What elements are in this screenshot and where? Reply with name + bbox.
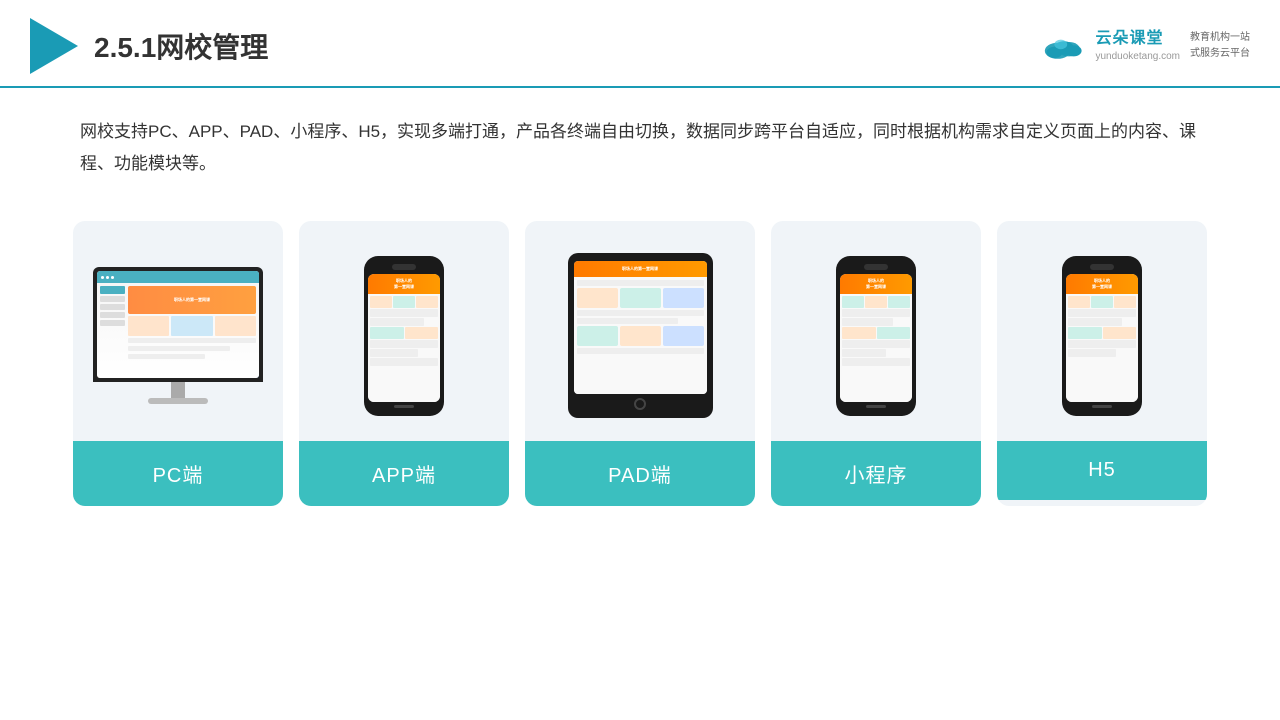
header-left: 2.5.1网校管理 [30, 18, 268, 74]
brand-name: 云朵课堂 [1095, 28, 1180, 50]
logo-triangle-icon [30, 18, 78, 74]
phone-device: 职场人的第一堂网课 [364, 256, 444, 416]
phone-notch [392, 264, 416, 270]
miniapp-phone-device: 职场人的第一堂网课 [836, 256, 916, 416]
phone-body: 职场人的第一堂网课 [364, 256, 444, 416]
brand-text: 云朵课堂 yunduoketang.com [1095, 28, 1180, 64]
h5-phone-body: 职场人的第一堂网课 [1062, 256, 1142, 416]
header: 2.5.1网校管理 云朵课堂 yunduoketang.com [0, 0, 1280, 88]
h5-phone-home-button [1092, 405, 1112, 408]
miniapp-phone-screen: 职场人的第一堂网课 [840, 274, 912, 402]
brand-slogan: 教育机构一站式服务云平台 [1190, 30, 1250, 62]
card-miniapp-label: 小程序 [771, 441, 981, 506]
card-pad-image: 职场人的第一堂网课 [525, 221, 755, 441]
header-right: 云朵课堂 yunduoketang.com 教育机构一站式服务云平台 [1039, 28, 1250, 64]
phone-home-button [394, 405, 414, 408]
cards-container: 职场人的第一堂网课 [0, 201, 1280, 536]
tablet-body: 职场人的第一堂网课 [568, 253, 713, 418]
miniapp-phone-body: 职场人的第一堂网课 [836, 256, 916, 416]
h5-phone-device: 职场人的第一堂网课 [1062, 256, 1142, 416]
description-text: 网校支持PC、APP、PAD、小程序、H5，实现多端打通，产品各终端自由切换，数… [0, 88, 1280, 201]
h5-phone-notch [1090, 264, 1114, 270]
card-pad-label: PAD端 [525, 441, 755, 506]
miniapp-phone-home-button [866, 405, 886, 408]
monitor-device: 职场人的第一堂网课 [93, 267, 263, 404]
card-h5-label: H5 [997, 441, 1207, 500]
card-h5: 职场人的第一堂网课 [997, 221, 1207, 506]
card-pc-image: 职场人的第一堂网课 [73, 221, 283, 441]
h5-phone-screen: 职场人的第一堂网课 [1066, 274, 1138, 402]
tablet-screen: 职场人的第一堂网课 [574, 261, 707, 394]
card-pc-label: PC端 [73, 441, 283, 506]
phone-screen: 职场人的第一堂网课 [368, 274, 440, 402]
card-miniapp: 职场人的第一堂网课 [771, 221, 981, 506]
cloud-icon [1039, 30, 1089, 62]
card-app-label: APP端 [299, 441, 509, 506]
page-title: 2.5.1网校管理 [94, 26, 268, 66]
card-h5-image: 职场人的第一堂网课 [997, 221, 1207, 441]
tablet-device: 职场人的第一堂网课 [568, 253, 713, 418]
brand-logo: 云朵课堂 yunduoketang.com 教育机构一站式服务云平台 [1039, 28, 1250, 64]
brand-url: yunduoketang.com [1095, 50, 1180, 64]
card-app: 职场人的第一堂网课 [299, 221, 509, 506]
miniapp-phone-notch [864, 264, 888, 270]
tablet-home-button [634, 398, 646, 410]
monitor-screen-inner: 职场人的第一堂网课 [97, 271, 259, 378]
card-miniapp-image: 职场人的第一堂网课 [771, 221, 981, 441]
monitor-screen-outer: 职场人的第一堂网课 [93, 267, 263, 382]
card-pad: 职场人的第一堂网课 [525, 221, 755, 506]
description-content: 网校支持PC、APP、PAD、小程序、H5，实现多端打通，产品各终端自由切换，数… [80, 122, 1196, 173]
brand-cloud-area: 云朵课堂 yunduoketang.com 教育机构一站式服务云平台 [1039, 28, 1250, 64]
monitor-stand-neck [171, 382, 185, 398]
card-app-image: 职场人的第一堂网课 [299, 221, 509, 441]
card-pc: 职场人的第一堂网课 [73, 221, 283, 506]
monitor-stand-base [148, 398, 208, 404]
